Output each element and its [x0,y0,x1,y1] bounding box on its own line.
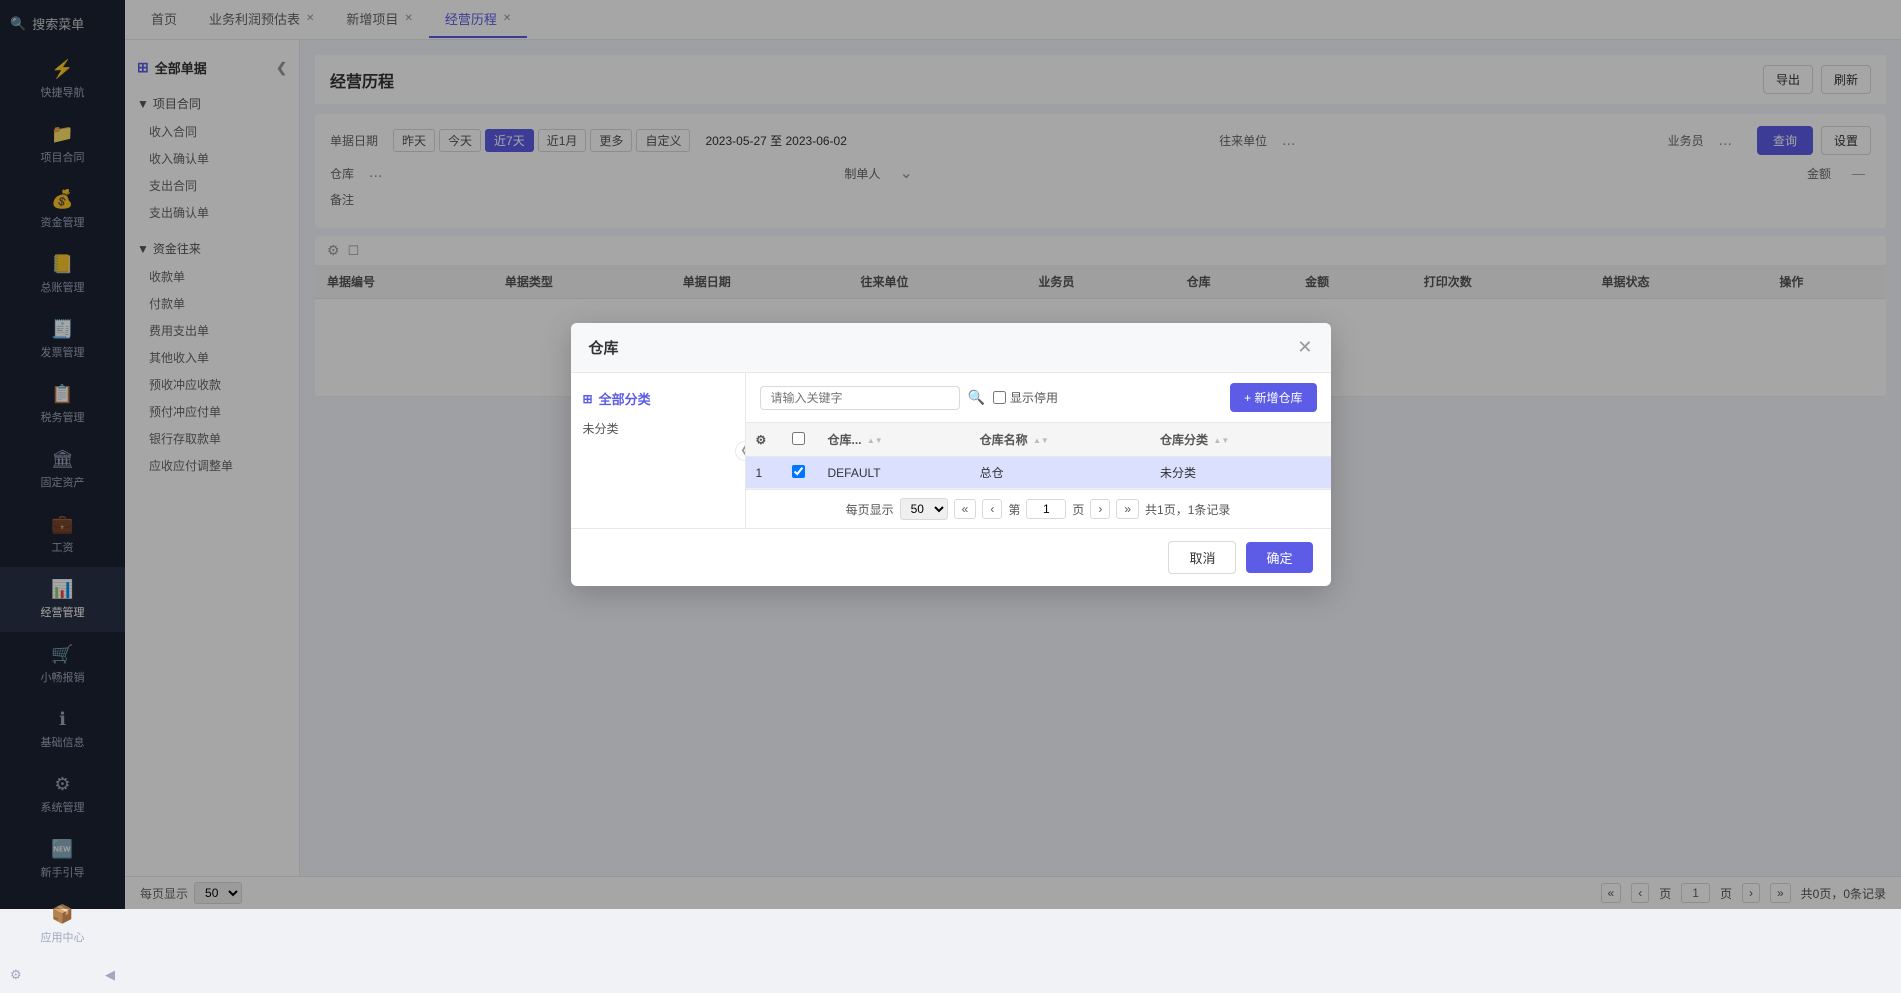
sort-arrows-category: ▲▼ [1213,436,1229,445]
warehouse-modal: 仓库 ✕ ⊞ 全部分类 未分类 ❮ [571,323,1331,586]
modal-left-collapse-btn[interactable]: ❮ [735,441,746,461]
modal-table-wrap: ⚙ 仓库... ▲▼ 仓库名称 ▲▼ [746,423,1331,489]
modal-last-btn[interactable]: » [1116,499,1139,519]
settings-icon[interactable]: ⚙ [10,967,22,983]
modal-right-panel: 🔍 显示停用 + 新增仓库 [746,373,1331,528]
th-checkbox [782,423,818,457]
sidebar-item-label: 应用中心 [41,929,85,945]
modal-search-btn[interactable]: 🔍 [968,389,985,406]
th-code: 仓库... ▲▼ [818,423,970,457]
sort-arrows-code: ▲▼ [867,436,883,445]
modal-header: 仓库 ✕ [571,323,1331,373]
th-category: 仓库分类 ▲▼ [1150,423,1330,457]
modal-page-suffix: 页 [1072,501,1084,518]
modal-footer: 取消 确定 [571,528,1331,586]
modal-all-category[interactable]: ⊞ 全部分类 [571,383,745,414]
modal-next-btn[interactable]: › [1090,499,1110,519]
modal-overlay: 仓库 ✕ ⊞ 全部分类 未分类 ❮ [0,0,1901,909]
row-1-checkbox[interactable] [792,465,805,478]
row-category: 未分类 [1150,457,1330,489]
col-name-label: 仓库名称 [980,433,1028,447]
modal-page-input[interactable] [1026,499,1066,519]
modal-body: ⊞ 全部分类 未分类 ❮ 🔍 [571,373,1331,528]
row-code: DEFAULT [818,457,970,489]
modal-category-panel: ⊞ 全部分类 未分类 ❮ [571,373,746,528]
modal-search-wrap: 🔍 显示停用 [760,386,1058,410]
page-size-label-modal: 每页显示 [846,501,894,518]
show-disabled-checkbox[interactable] [993,391,1006,404]
row-index: 1 [746,457,782,489]
th-settings: ⚙ [746,423,782,457]
show-disabled-text: 显示停用 [1010,389,1058,406]
select-all-checkbox[interactable] [792,432,805,445]
settings-gear-icon[interactable]: ⚙ [756,433,767,447]
modal-title: 仓库 [589,337,619,358]
modal-first-btn[interactable]: « [954,499,977,519]
cancel-button[interactable]: 取消 [1168,541,1236,574]
add-warehouse-button[interactable]: + 新增仓库 [1230,383,1316,412]
category-label: 未分类 [583,422,619,436]
modal-total-info: 共1页，1条记录 [1145,501,1230,518]
modal-page-size-select[interactable]: 50 [900,498,948,520]
row-name: 总仓 [970,457,1150,489]
modal-category-unclassified[interactable]: 未分类 [571,414,745,443]
all-category-label: 全部分类 [599,389,651,408]
modal-close-button[interactable]: ✕ [1297,337,1312,358]
modal-table: ⚙ 仓库... ▲▼ 仓库名称 ▲▼ [746,423,1331,489]
show-disabled-label[interactable]: 显示停用 [993,389,1058,406]
grid-icon-2: ⊞ [583,392,593,406]
sidebar-bottom: ⚙ ◀ [0,957,125,993]
modal-prev-btn[interactable]: ‹ [982,499,1002,519]
th-name: 仓库名称 ▲▼ [970,423,1150,457]
modal-page-label: 第 [1008,501,1020,518]
col-category-label: 仓库分类 [1160,433,1208,447]
modal-table-header: ⚙ 仓库... ▲▼ 仓库名称 ▲▼ [746,423,1331,457]
warehouse-row-1[interactable]: 1 DEFAULT 总仓 未分类 [746,457,1331,489]
modal-toolbar: 🔍 显示停用 + 新增仓库 [746,373,1331,423]
modal-pagination: 每页显示 50 « ‹ 第 页 › » 共1页，1条记录 [746,489,1331,528]
col-code-label: 仓库... [828,433,862,447]
modal-search-input[interactable] [760,386,960,410]
sort-arrows-name: ▲▼ [1033,436,1049,445]
confirm-button[interactable]: 确定 [1246,542,1312,573]
collapse-icon[interactable]: ◀ [105,967,115,983]
row-checkbox[interactable] [782,457,818,489]
